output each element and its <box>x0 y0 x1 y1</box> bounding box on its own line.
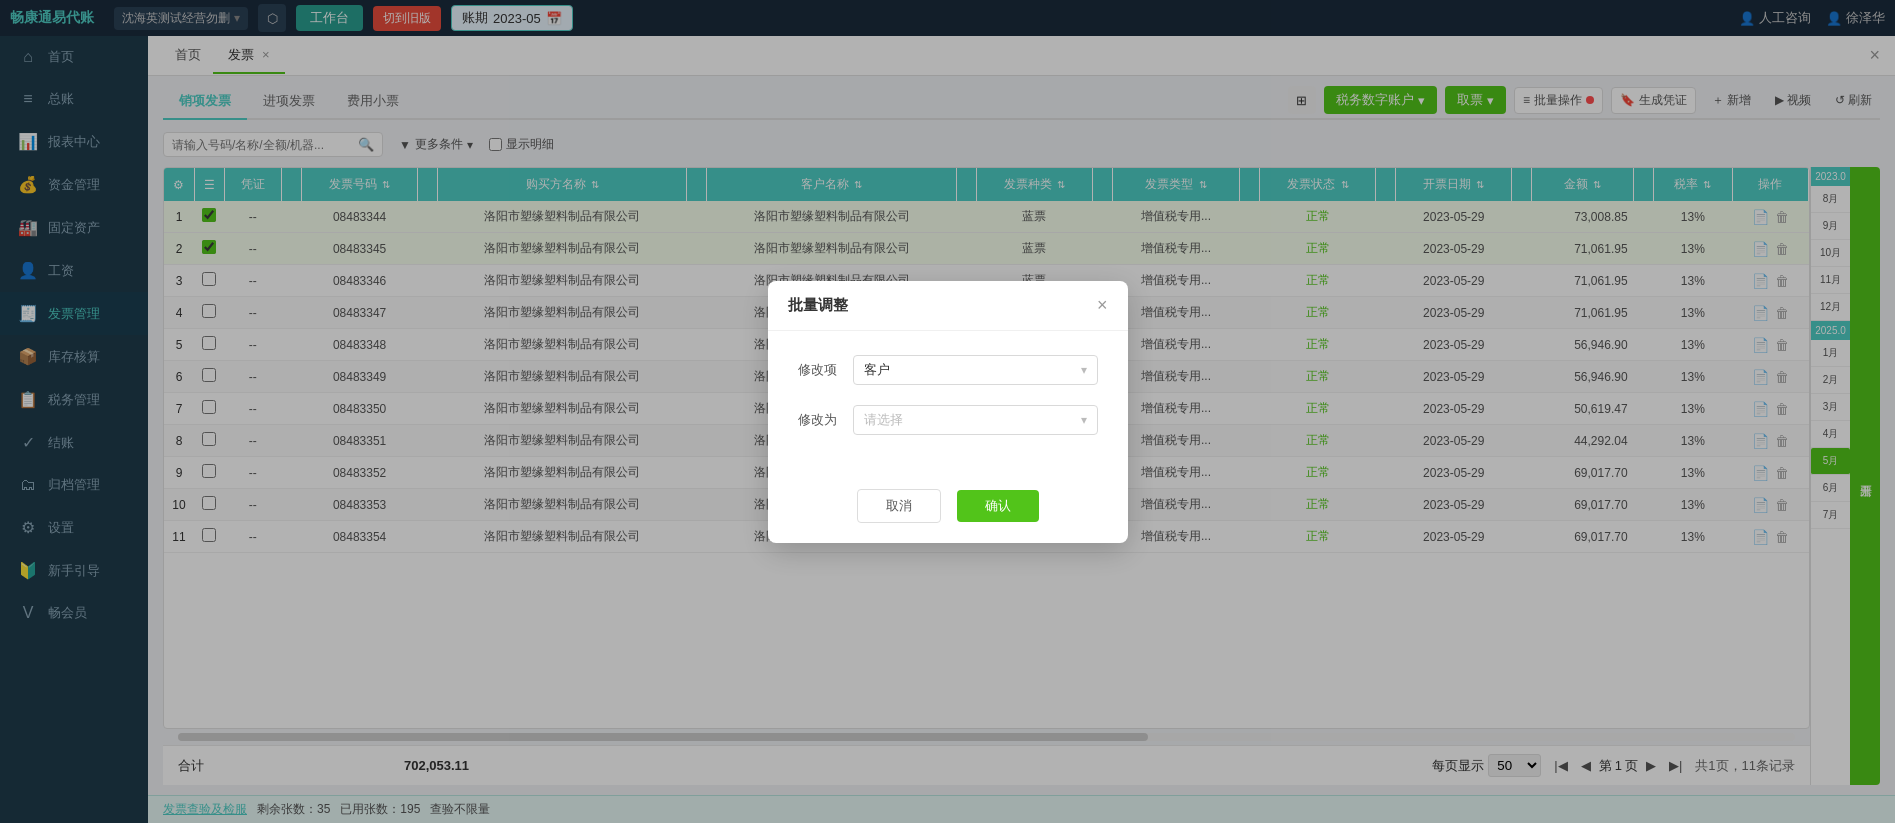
cancel-button[interactable]: 取消 <box>857 489 941 523</box>
modal-footer: 取消 确认 <box>768 479 1128 543</box>
modify-to-select[interactable]: 请选择 ▾ <box>853 405 1098 435</box>
modal-body: 修改项 客户 ▾ 修改为 请选择 ▾ <box>768 331 1128 479</box>
modify-to-label: 修改为 <box>798 411 853 429</box>
modify-field-select[interactable]: 客户 ▾ <box>853 355 1098 385</box>
modify-field-label: 修改项 <box>798 361 853 379</box>
modify-field-value: 客户 <box>864 361 890 379</box>
modal-header: 批量调整 × <box>768 281 1128 331</box>
modal-close-button[interactable]: × <box>1097 295 1108 316</box>
modal-title: 批量调整 <box>788 296 848 315</box>
modify-to-dropdown-arrow: ▾ <box>1081 413 1087 427</box>
batch-adjust-modal: 批量调整 × 修改项 客户 ▾ 修改为 请选择 ▾ 取消 确认 <box>768 281 1128 543</box>
modify-to-placeholder: 请选择 <box>864 411 903 429</box>
modal-overlay[interactable]: 批量调整 × 修改项 客户 ▾ 修改为 请选择 ▾ 取消 确认 <box>0 0 1895 823</box>
modify-field-row: 修改项 客户 ▾ <box>798 355 1098 385</box>
confirm-button[interactable]: 确认 <box>957 490 1039 522</box>
modify-to-row: 修改为 请选择 ▾ <box>798 405 1098 435</box>
modify-field-dropdown-arrow: ▾ <box>1081 363 1087 377</box>
